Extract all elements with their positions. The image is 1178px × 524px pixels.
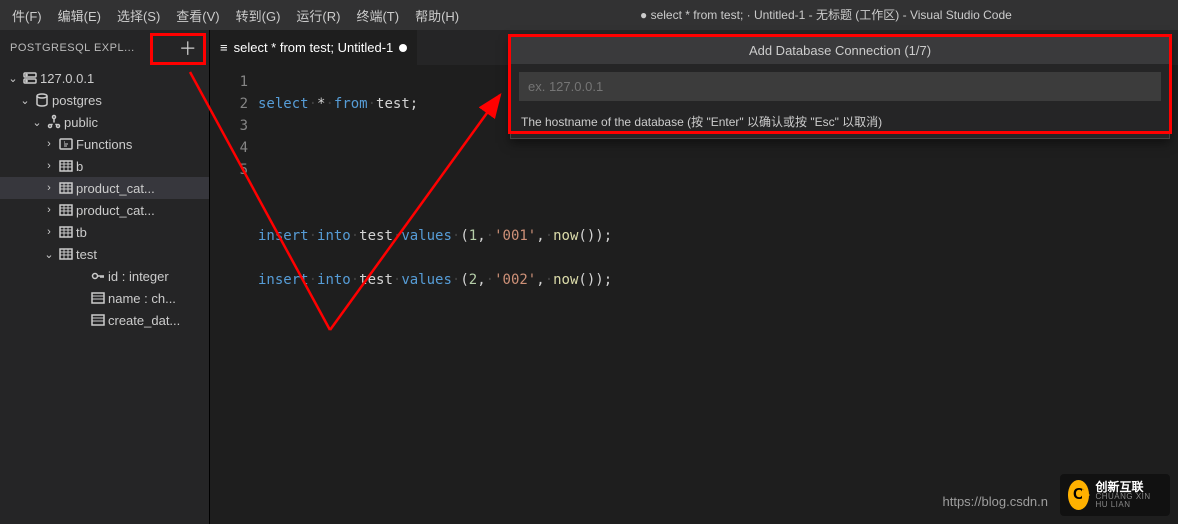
chevron-right-icon[interactable]: › bbox=[42, 160, 56, 172]
tab-untitled[interactable]: ≡ select * from test; Untitled-1 bbox=[210, 30, 418, 65]
logo-icon: C bbox=[1068, 480, 1089, 510]
chevron-down-icon[interactable]: ⌄ bbox=[30, 116, 44, 129]
chevron-right-icon[interactable]: › bbox=[42, 204, 56, 216]
column-icon bbox=[88, 312, 108, 329]
line-gutter: 1 2 3 4 5 bbox=[210, 65, 258, 524]
func-icon bbox=[56, 136, 76, 153]
column-icon bbox=[88, 290, 108, 307]
window-title: ● select * from test; · Untitled-1 - 无标题… bbox=[640, 6, 1012, 23]
menu-file[interactable]: 件(F) bbox=[4, 6, 50, 25]
schema-icon bbox=[44, 114, 64, 131]
dialog-title: Add Database Connection (1/7) bbox=[511, 37, 1169, 64]
tree-item-tb[interactable]: › tb bbox=[0, 221, 209, 243]
tree-item-label: create_dat... bbox=[108, 313, 180, 328]
add-connection-dialog: Add Database Connection (1/7) The hostna… bbox=[510, 36, 1170, 139]
key-icon bbox=[88, 268, 108, 285]
table-icon bbox=[56, 180, 76, 197]
tree-item-test[interactable]: ⌄ test bbox=[0, 243, 209, 265]
tree-item-label: postgres bbox=[52, 93, 102, 108]
menu-run[interactable]: 运行(R) bbox=[288, 6, 348, 25]
tree-item-label: Functions bbox=[76, 137, 132, 152]
tree-item-label: tb bbox=[76, 225, 87, 240]
chevron-down-icon[interactable]: ⌄ bbox=[42, 248, 56, 261]
menu-selection[interactable]: 选择(S) bbox=[109, 6, 168, 25]
tree-item-product-cat---[interactable]: › product_cat... bbox=[0, 199, 209, 221]
table-icon bbox=[56, 246, 76, 263]
tree-item-label: 127.0.0.1 bbox=[40, 71, 94, 86]
file-icon: ≡ bbox=[220, 40, 228, 55]
tree-item-label: id : integer bbox=[108, 269, 169, 284]
tree-item-label: public bbox=[64, 115, 98, 130]
tree-item-postgres[interactable]: ⌄ postgres bbox=[0, 89, 209, 111]
tree-item-id---integer[interactable]: id : integer bbox=[0, 265, 209, 287]
tree-item-name---ch---[interactable]: name : ch... bbox=[0, 287, 209, 309]
dialog-hint: The hostname of the database (按 "Enter" … bbox=[511, 109, 1169, 138]
table-icon bbox=[56, 202, 76, 219]
logo-text-en: CHUANG XIN HU LIAN bbox=[1095, 493, 1162, 509]
tree-item-public[interactable]: ⌄ public bbox=[0, 111, 209, 133]
plus-icon: ＋ bbox=[179, 35, 198, 61]
tree-item-label: product_cat... bbox=[76, 181, 155, 196]
tree-item-b[interactable]: ›b bbox=[0, 155, 209, 177]
menu-help[interactable]: 帮助(H) bbox=[407, 6, 467, 25]
chevron-right-icon[interactable]: › bbox=[42, 182, 56, 194]
tree-item-functions[interactable]: › Functions bbox=[0, 133, 209, 155]
tree-item-product-cat---[interactable]: › product_cat... bbox=[0, 177, 209, 199]
table-icon bbox=[56, 158, 76, 175]
hostname-input[interactable] bbox=[519, 72, 1161, 101]
tree-item-label: product_cat... bbox=[76, 203, 155, 218]
tree-item-label: name : ch... bbox=[108, 291, 176, 306]
menu-go[interactable]: 转到(G) bbox=[228, 6, 289, 25]
chevron-down-icon[interactable]: ⌄ bbox=[18, 94, 32, 107]
watermark-logo: C 创新互联 CHUANG XIN HU LIAN bbox=[1060, 474, 1170, 516]
chevron-right-icon[interactable]: › bbox=[42, 226, 56, 238]
add-connection-button[interactable]: ＋ bbox=[177, 37, 199, 59]
table-icon bbox=[56, 224, 76, 241]
sidebar-title: POSTGRESQL EXPL... bbox=[10, 42, 135, 54]
menu-edit[interactable]: 编辑(E) bbox=[50, 6, 109, 25]
sidebar-header: POSTGRESQL EXPL... ＋ bbox=[0, 30, 209, 65]
database-icon bbox=[32, 92, 52, 109]
chevron-down-icon[interactable]: ⌄ bbox=[6, 72, 20, 85]
tree-item-create-dat---[interactable]: create_dat... bbox=[0, 309, 209, 331]
tab-label: select * from test; Untitled-1 bbox=[234, 40, 394, 55]
chevron-right-icon[interactable]: › bbox=[42, 138, 56, 150]
tree-item-127-0-0-1[interactable]: ⌄ 127.0.0.1 bbox=[0, 67, 209, 89]
tree-item-label: test bbox=[76, 247, 97, 262]
menu-terminal[interactable]: 终端(T) bbox=[348, 6, 407, 25]
watermark-url: https://blog.csdn.n bbox=[942, 494, 1048, 509]
menu-view[interactable]: 查看(V) bbox=[168, 6, 227, 25]
tree-view: ⌄127.0.0.1⌄postgres⌄public›Functions›b›p… bbox=[0, 65, 209, 524]
server-icon bbox=[20, 70, 40, 87]
dirty-indicator-icon bbox=[399, 44, 407, 52]
tree-item-label: b bbox=[76, 159, 83, 174]
sidebar-explorer: POSTGRESQL EXPL... ＋ ⌄ 127.0.0.1 ⌄ postgres… bbox=[0, 30, 210, 524]
